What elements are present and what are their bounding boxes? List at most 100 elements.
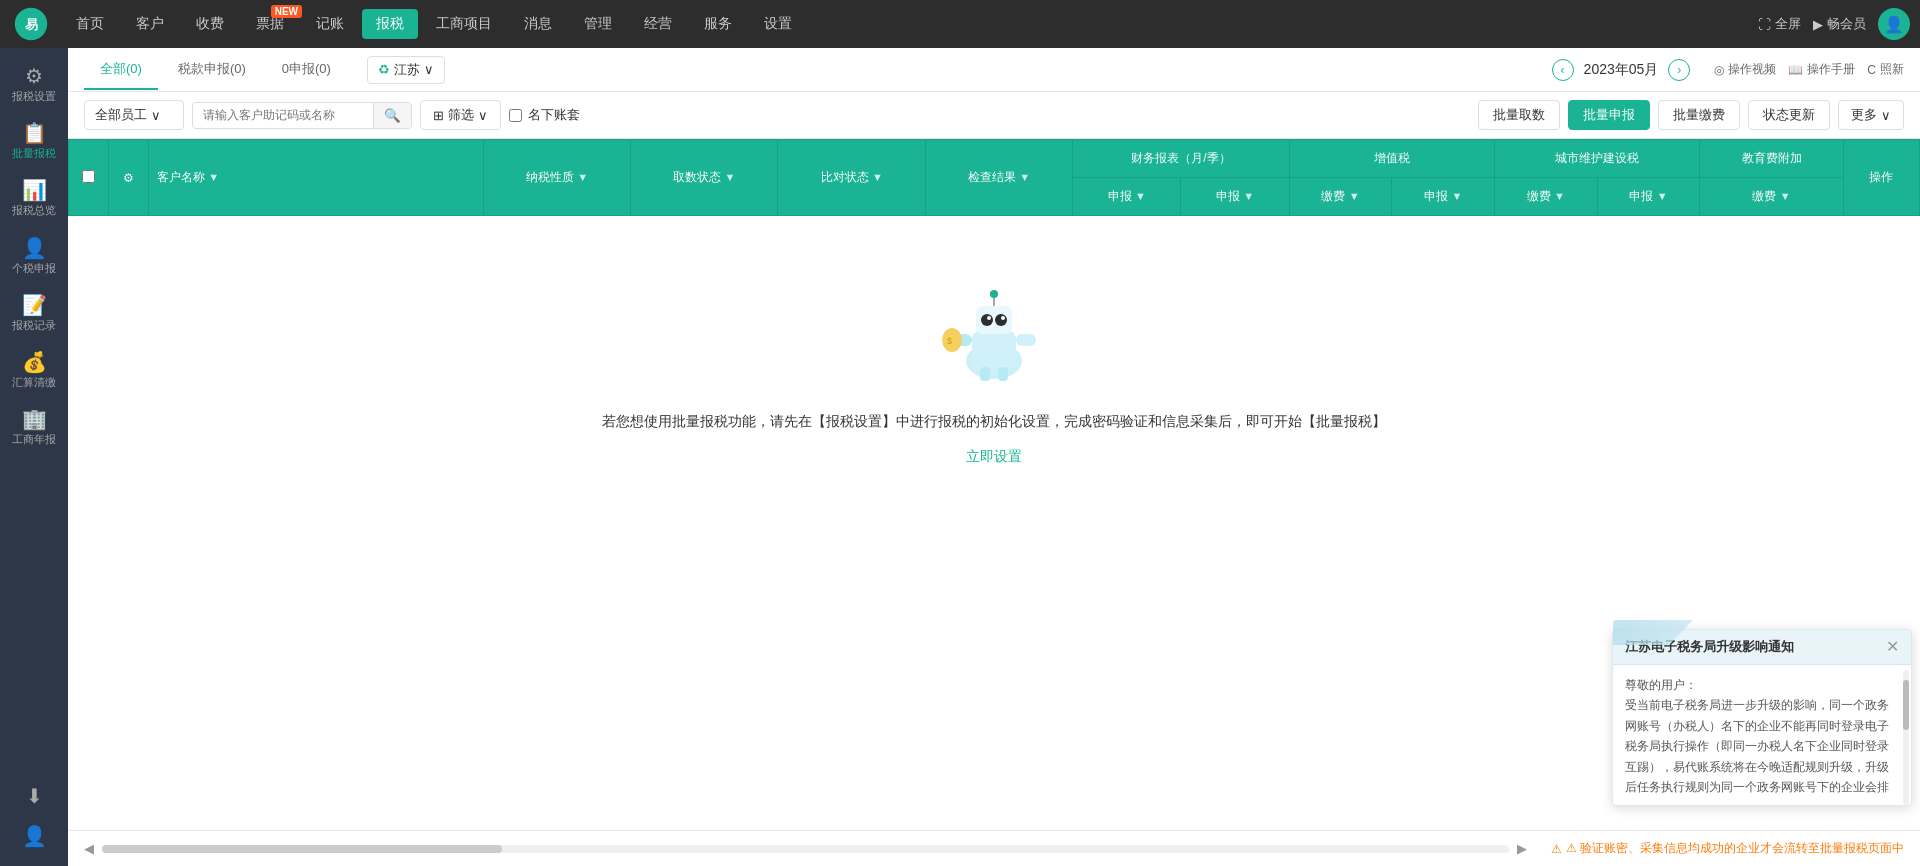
city-declare-filter-icon[interactable]: ▼ [1451, 190, 1462, 202]
nav-bookkeeping[interactable]: 记账 [302, 9, 358, 39]
tab-bar: 全部(0) 税款申报(0) 0申报(0) ♻ 江苏 ∨ ‹ 2023年05月 › [68, 48, 1920, 92]
filter-button[interactable]: ⊞ 筛选 ∨ [420, 100, 501, 130]
notification-panel: 江苏电子税务局升级影响通知 ✕ 尊敬的用户： 受当前电子税务局进一步升级的影响，… [1612, 629, 1912, 806]
operation-manual-button[interactable]: 📖 操作手册 [1788, 61, 1855, 78]
right-actions: ◎ 操作视频 📖 操作手册 C 照新 [1714, 61, 1904, 78]
svg-point-5 [981, 314, 993, 326]
toolbar: 全部员工 ∨ 🔍 ⊞ 筛选 ∨ 名下账套 批量取数 批量申报 批量缴费 状态更新 [68, 92, 1920, 139]
province-filter[interactable]: ♻ 江苏 ∨ [367, 56, 445, 84]
refresh-button[interactable]: C 照新 [1867, 61, 1904, 78]
sidebar-item-tax-records[interactable]: 📝 报税记录 [0, 285, 68, 342]
nav-fee[interactable]: 收费 [182, 9, 238, 39]
tab-zero-declaration[interactable]: 0申报(0) [266, 50, 347, 90]
province-chevron-icon: ∨ [424, 62, 434, 77]
compare-status-filter-icon[interactable]: ▼ [872, 171, 883, 183]
nav-right-area: ⛶ 全屏 ▶ 畅会员 👤 [1758, 8, 1910, 40]
date-next-button[interactable]: › [1668, 59, 1690, 81]
batch-fetch-button[interactable]: 批量取数 [1478, 100, 1560, 130]
col-fetch-status: 取数状态 ▼ [631, 140, 778, 216]
sidebar-item-batch-tax[interactable]: 📋 批量报税 [0, 113, 68, 170]
horizontal-scrollbar[interactable] [102, 845, 1509, 853]
setup-link[interactable]: 立即设置 [966, 448, 1022, 466]
customer-name-label: 客户名称 [157, 170, 205, 184]
col-edu-pay: 缴费 ▼ [1700, 178, 1843, 216]
tax-nature-label: 纳税性质 [526, 170, 574, 184]
nav-settings[interactable]: 设置 [750, 9, 806, 39]
scroll-right-icon[interactable]: ▶ [1517, 841, 1527, 856]
edu-declare-filter-icon[interactable]: ▼ [1657, 190, 1668, 202]
filter-chevron-icon: ∨ [478, 108, 488, 123]
account-set-checkbox[interactable] [509, 109, 522, 122]
settlement-icon: 💰 [22, 352, 47, 372]
settings-icon[interactable]: ⚙ [123, 171, 134, 185]
employee-select[interactable]: 全部员工 ∨ [84, 100, 184, 130]
sidebar-item-profile[interactable]: 👤 [0, 816, 68, 856]
nav-operation[interactable]: 经营 [630, 9, 686, 39]
sidebar: ⚙ 报税设置 📋 批量报税 📊 报税总览 👤 个税申报 📝 报税记录 💰 汇算清… [0, 48, 68, 866]
notif-scrollbar[interactable] [1903, 670, 1909, 805]
vip-button[interactable]: ▶ 畅会员 [1813, 15, 1866, 33]
nav-industry[interactable]: 工商项目 [422, 9, 506, 39]
city-pay-filter-icon[interactable]: ▼ [1554, 190, 1565, 202]
tab-all[interactable]: 全部(0) [84, 50, 158, 90]
account-set-label: 名下账套 [528, 106, 580, 124]
sidebar-item-annual-report[interactable]: 🏢 工商年报 [0, 399, 68, 456]
nav-service[interactable]: 服务 [690, 9, 746, 39]
date-prev-button[interactable]: ‹ [1552, 59, 1574, 81]
svg-text:$: $ [947, 336, 952, 346]
fetch-status-filter-icon[interactable]: ▼ [725, 171, 736, 183]
batch-declare-button[interactable]: 批量申报 [1568, 100, 1650, 130]
sidebar-item-tax-overview[interactable]: 📊 报税总览 [0, 170, 68, 227]
vat-pay-filter-icon[interactable]: ▼ [1349, 190, 1360, 202]
province-icon: ♻ [378, 62, 390, 77]
svg-rect-16 [998, 367, 1008, 381]
tax-nature-filter-icon[interactable]: ▼ [577, 171, 588, 183]
check-result-filter-icon[interactable]: ▼ [1019, 171, 1030, 183]
manual-icon: 📖 [1788, 63, 1803, 77]
col-tax-nature: 纳税性质 ▼ [483, 140, 630, 216]
sidebar-label-batch-tax: 批量报税 [12, 147, 56, 160]
search-input[interactable] [193, 103, 373, 127]
filter-label: 筛选 [448, 106, 474, 124]
empty-state-cell: $ 若您想使用批量报税功能，请先在【报税设置】中进行报税的初始化设置，完成密码验… [69, 216, 1920, 527]
sidebar-item-download[interactable]: ⬇ [0, 776, 68, 816]
nav-customer[interactable]: 客户 [122, 9, 178, 39]
scroll-left-icon[interactable]: ◀ [84, 841, 94, 856]
tab-tax-declaration[interactable]: 税款申报(0) [162, 50, 262, 90]
nav-tax[interactable]: 报税 [362, 9, 418, 39]
sidebar-item-settlement[interactable]: 💰 汇算清缴 [0, 342, 68, 399]
account-set-checkbox-label[interactable]: 名下账套 [509, 106, 580, 124]
more-button[interactable]: 更多 ∨ [1838, 100, 1904, 130]
svg-point-6 [995, 314, 1007, 326]
fullscreen-icon: ⛶ [1758, 17, 1771, 32]
svg-point-10 [990, 290, 998, 298]
batch-pay-button[interactable]: 批量缴费 [1658, 100, 1740, 130]
avatar[interactable]: 👤 [1878, 8, 1910, 40]
scroll-thumb [102, 845, 502, 853]
nav-manage[interactable]: 管理 [570, 9, 626, 39]
financial-declare-filter-icon[interactable]: ▼ [1135, 190, 1146, 202]
svg-rect-12 [1016, 334, 1036, 346]
notification-close-button[interactable]: ✕ [1886, 639, 1899, 655]
city-declare-label: 申报 [1424, 189, 1448, 203]
nav-message[interactable]: 消息 [510, 9, 566, 39]
nav-home[interactable]: 首页 [62, 9, 118, 39]
logo[interactable]: 易 [10, 3, 52, 45]
sidebar-item-tax-settings[interactable]: ⚙ 报税设置 [0, 56, 68, 113]
select-all-checkbox[interactable] [82, 170, 95, 183]
search-button[interactable]: 🔍 [373, 103, 411, 128]
edu-pay-filter-icon[interactable]: ▼ [1780, 190, 1791, 202]
notification-content: 受当前电子税务局进一步升级的影响，同一个政务网账号（办税人）名下的企业不能再同时… [1625, 695, 1899, 797]
operation-video-button[interactable]: ◎ 操作视频 [1714, 61, 1776, 78]
vat-declare-filter-icon[interactable]: ▼ [1243, 190, 1254, 202]
customer-name-filter-icon[interactable]: ▼ [208, 171, 219, 183]
tax-records-icon: 📝 [22, 295, 47, 315]
sidebar-item-personal-tax[interactable]: 👤 个税申报 [0, 228, 68, 285]
col-compare-status: 比对状态 ▼ [778, 140, 925, 216]
status-update-button[interactable]: 状态更新 [1748, 100, 1830, 130]
col-city-declare: 申报 ▼ [1392, 178, 1495, 216]
svg-text:易: 易 [25, 18, 38, 32]
fullscreen-button[interactable]: ⛶ 全屏 [1758, 15, 1801, 33]
vat-declare-label: 申报 [1216, 189, 1240, 203]
nav-menu: 首页 客户 收费 票据 NEW 记账 报税 工商项目 消息 管理 经营 服务 设… [62, 9, 1758, 39]
